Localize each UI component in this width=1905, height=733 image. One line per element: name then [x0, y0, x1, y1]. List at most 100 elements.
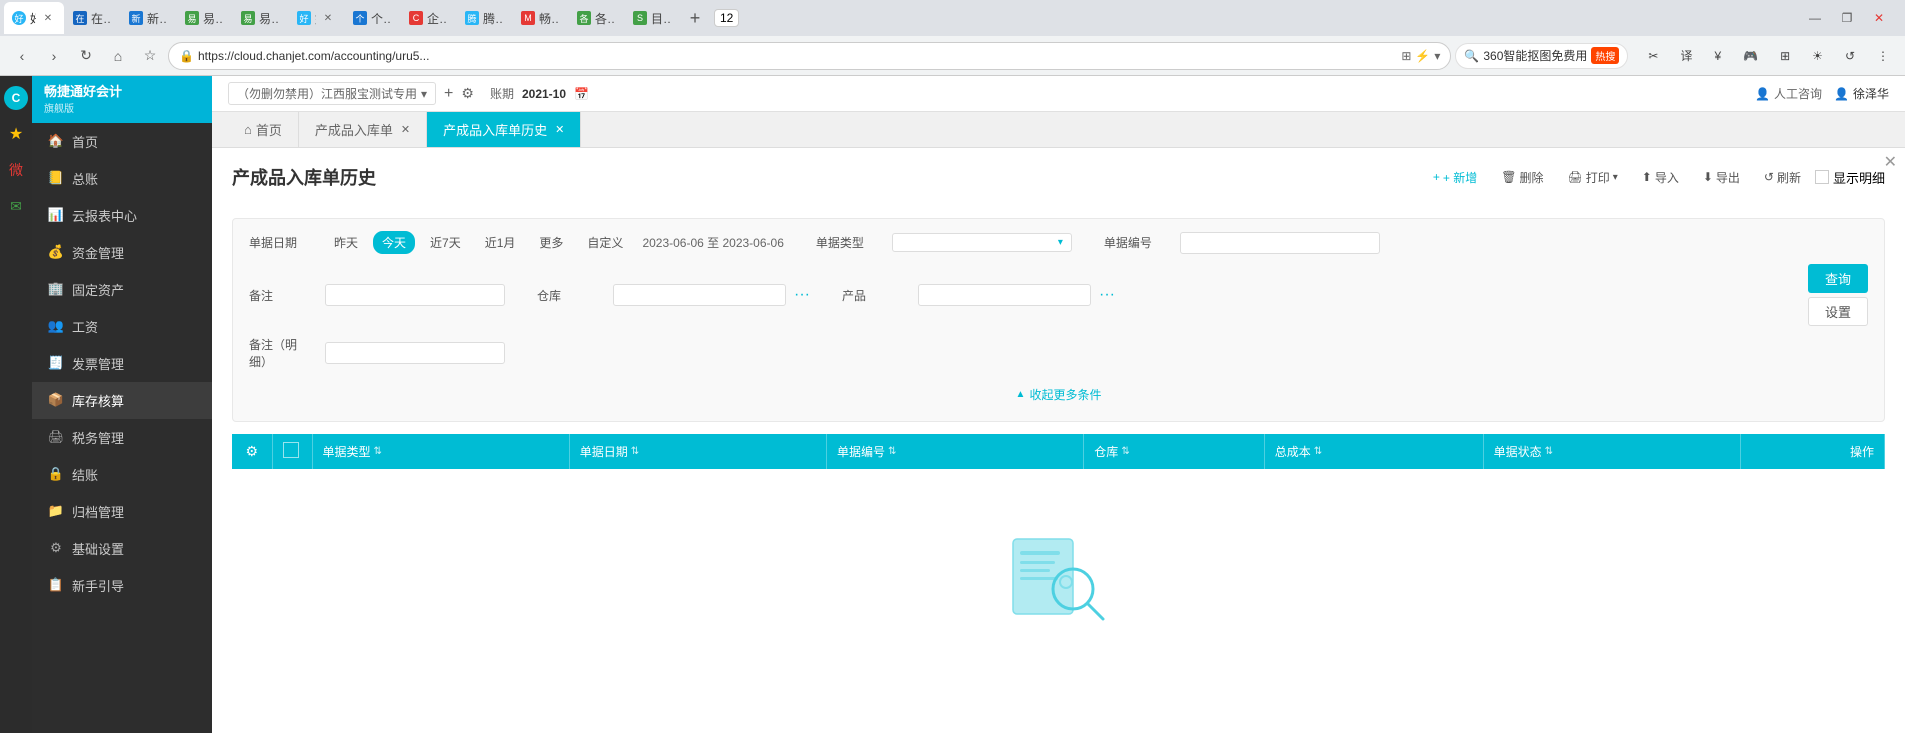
tab-count[interactable]: 12 — [714, 9, 739, 27]
th-cost[interactable]: 总成本 ⇅ — [1264, 434, 1483, 469]
close-panel-btn[interactable]: ✕ — [1876, 148, 1905, 176]
icon-sidebar-weibo[interactable]: 微 — [2, 156, 30, 184]
tab-item[interactable]: 易 易... — [177, 2, 232, 34]
sidebar-item-invoice[interactable]: 🧾 发票管理 — [32, 345, 212, 382]
docno-filter-input[interactable] — [1180, 232, 1380, 254]
org-selector[interactable]: （勿删勿禁用）江西服宝测试专用 ▾ — [228, 82, 436, 105]
product-dots[interactable]: ··· — [1099, 286, 1115, 304]
tab-active[interactable]: 好 好... ✕ — [4, 2, 64, 34]
query-btn[interactable]: 查询 — [1808, 264, 1868, 293]
tab-item[interactable]: 腾 腾... — [457, 2, 512, 34]
game-btn[interactable]: 🎮 — [1735, 42, 1766, 70]
close-btn[interactable]: ✕ — [1865, 4, 1893, 32]
sort-status-icon[interactable]: ⇅ — [1545, 446, 1553, 457]
sidebar-item-asset[interactable]: 🏢 固定资产 — [32, 271, 212, 308]
bookmark-btn[interactable]: ☆ — [136, 42, 164, 70]
th-date[interactable]: 单据日期 ⇅ — [569, 434, 826, 469]
user-service-btn[interactable]: 👤 人工咨询 — [1755, 85, 1822, 102]
tab-item[interactable]: 在 在... — [65, 2, 120, 34]
th-type[interactable]: 单据类型 ⇅ — [312, 434, 569, 469]
th-checkbox[interactable] — [272, 434, 312, 469]
tab-item[interactable]: 新 新建... — [121, 2, 176, 34]
page-tab-list-close[interactable]: ✕ — [401, 123, 410, 136]
filter-1month-btn[interactable]: 近1月 — [476, 231, 525, 254]
more-btn[interactable]: ⋮ — [1869, 42, 1897, 70]
new-btn[interactable]: + + 新增 — [1423, 165, 1487, 190]
new-tab-btn[interactable]: + — [681, 4, 709, 32]
sidebar-item-settings[interactable]: ⚙ 基础设置 — [32, 530, 212, 567]
tab-item[interactable]: 易 易... — [233, 2, 288, 34]
warehouse-filter-input[interactable] — [613, 284, 786, 306]
sort-warehouse-icon[interactable]: ⇅ — [1121, 446, 1129, 457]
address-bar[interactable]: 🔒 https://cloud.chanjet.com/accounting/u… — [168, 42, 1451, 70]
filter-today-btn[interactable]: 今天 — [373, 231, 415, 254]
calendar-icon[interactable]: 📅 — [574, 87, 589, 101]
sort-type-icon[interactable]: ⇅ — [374, 446, 382, 457]
scissors-btn[interactable]: ✂ — [1640, 42, 1666, 70]
grid-icon[interactable]: ⊞ — [1401, 49, 1411, 63]
refresh-btn[interactable]: ↺ 刷新 — [1754, 165, 1811, 190]
collapse-filter-btn[interactable]: ▲ 收起更多条件 — [249, 380, 1868, 409]
theme-btn[interactable]: ☀ — [1804, 42, 1831, 70]
icon-sidebar-mail[interactable]: ✉ — [2, 192, 30, 220]
icon-sidebar-star[interactable]: ★ — [2, 120, 30, 148]
filter-more-btn[interactable]: 更多 — [530, 231, 572, 254]
sidebar-item-money[interactable]: 💰 资金管理 — [32, 234, 212, 271]
tab-close-btn[interactable]: ✕ — [320, 10, 336, 26]
note-filter-input[interactable] — [325, 284, 505, 306]
show-cols-toggle[interactable]: 显示明细 — [1815, 168, 1885, 187]
sidebar-item-tax[interactable]: 🖨 税务管理 — [32, 419, 212, 456]
filter-type-select[interactable]: ▾ — [892, 233, 1072, 252]
browser-search-bar[interactable]: 🔍 360智能抠图免费用 热搜 — [1455, 43, 1628, 69]
th-gear[interactable]: ⚙ — [232, 434, 272, 469]
delete-btn[interactable]: 🗑 删除 — [1491, 165, 1553, 190]
currency-btn[interactable]: ¥ — [1706, 42, 1729, 70]
sidebar-item-report[interactable]: 📊 云报表中心 — [32, 197, 212, 234]
sidebar-item-archive[interactable]: 📁 归档管理 — [32, 493, 212, 530]
sort-date-icon[interactable]: ⇅ — [631, 446, 639, 457]
sidebar-item-home[interactable]: 🏠 首页 — [32, 123, 212, 160]
tab-item[interactable]: 好 好... ✕ — [289, 2, 344, 34]
tab-item[interactable]: M 畅... — [513, 2, 568, 34]
import-btn[interactable]: ⬆ 导入 — [1632, 165, 1689, 190]
tab-close-btn[interactable]: ✕ — [40, 10, 56, 26]
product-filter-input[interactable] — [918, 284, 1091, 306]
icon-sidebar-logo[interactable]: C — [2, 84, 30, 112]
minimize-btn[interactable]: — — [1801, 4, 1829, 32]
grid-btn[interactable]: ⊞ — [1772, 42, 1798, 70]
home-btn[interactable]: ⌂ — [104, 42, 132, 70]
filter-custom-btn[interactable]: 自定义 — [578, 231, 632, 254]
note-detail-input[interactable] — [325, 342, 505, 364]
page-tab-home[interactable]: ⌂ 首页 — [228, 112, 299, 147]
print-dropdown-icon[interactable]: ▾ — [1613, 172, 1618, 183]
sort-no-icon[interactable]: ⇅ — [888, 446, 896, 457]
header-checkbox[interactable] — [283, 442, 299, 458]
settings-btn[interactable]: ⚙ — [461, 85, 474, 102]
user-avatar[interactable]: 👤 徐泽华 — [1834, 85, 1889, 102]
sidebar-item-inventory[interactable]: 📦 库存核算 — [32, 382, 212, 419]
sidebar-item-newbill[interactable]: 📋 新手引导 — [32, 567, 212, 604]
warehouse-dots[interactable]: ··· — [794, 286, 810, 304]
print-btn[interactable]: 🖨 打印 ▾ — [1557, 165, 1627, 190]
settings-filter-btn[interactable]: 设置 — [1808, 297, 1868, 326]
sidebar-item-ledger[interactable]: 📒 总账 — [32, 160, 212, 197]
page-tab-history-close[interactable]: ✕ — [555, 123, 564, 136]
sort-cost-icon[interactable]: ⇅ — [1314, 446, 1322, 457]
th-no[interactable]: 单据编号 ⇅ — [827, 434, 1084, 469]
page-tab-history[interactable]: 产成品入库单历史 ✕ — [427, 112, 581, 147]
sidebar-item-close-acct[interactable]: 🔒 结账 — [32, 456, 212, 493]
export-btn[interactable]: ⬇ 导出 — [1693, 165, 1750, 190]
translate-btn[interactable]: 译 — [1672, 42, 1700, 70]
tab-item[interactable]: 各 各... — [569, 2, 624, 34]
lightning-icon[interactable]: ⚡ — [1415, 49, 1430, 63]
th-warehouse[interactable]: 仓库 ⇅ — [1084, 434, 1264, 469]
restore-btn[interactable]: ❐ — [1833, 4, 1861, 32]
th-status[interactable]: 单据状态 ⇅ — [1483, 434, 1740, 469]
history-btn[interactable]: ↺ — [1837, 42, 1863, 70]
dropdown-icon[interactable]: ▾ — [1434, 49, 1440, 63]
filter-yesterday-btn[interactable]: 昨天 — [325, 231, 367, 254]
tab-item[interactable]: S 目... — [625, 2, 680, 34]
show-cols-checkbox[interactable] — [1815, 170, 1829, 184]
reload-btn[interactable]: ↻ — [72, 42, 100, 70]
filter-7days-btn[interactable]: 近7天 — [421, 231, 470, 254]
